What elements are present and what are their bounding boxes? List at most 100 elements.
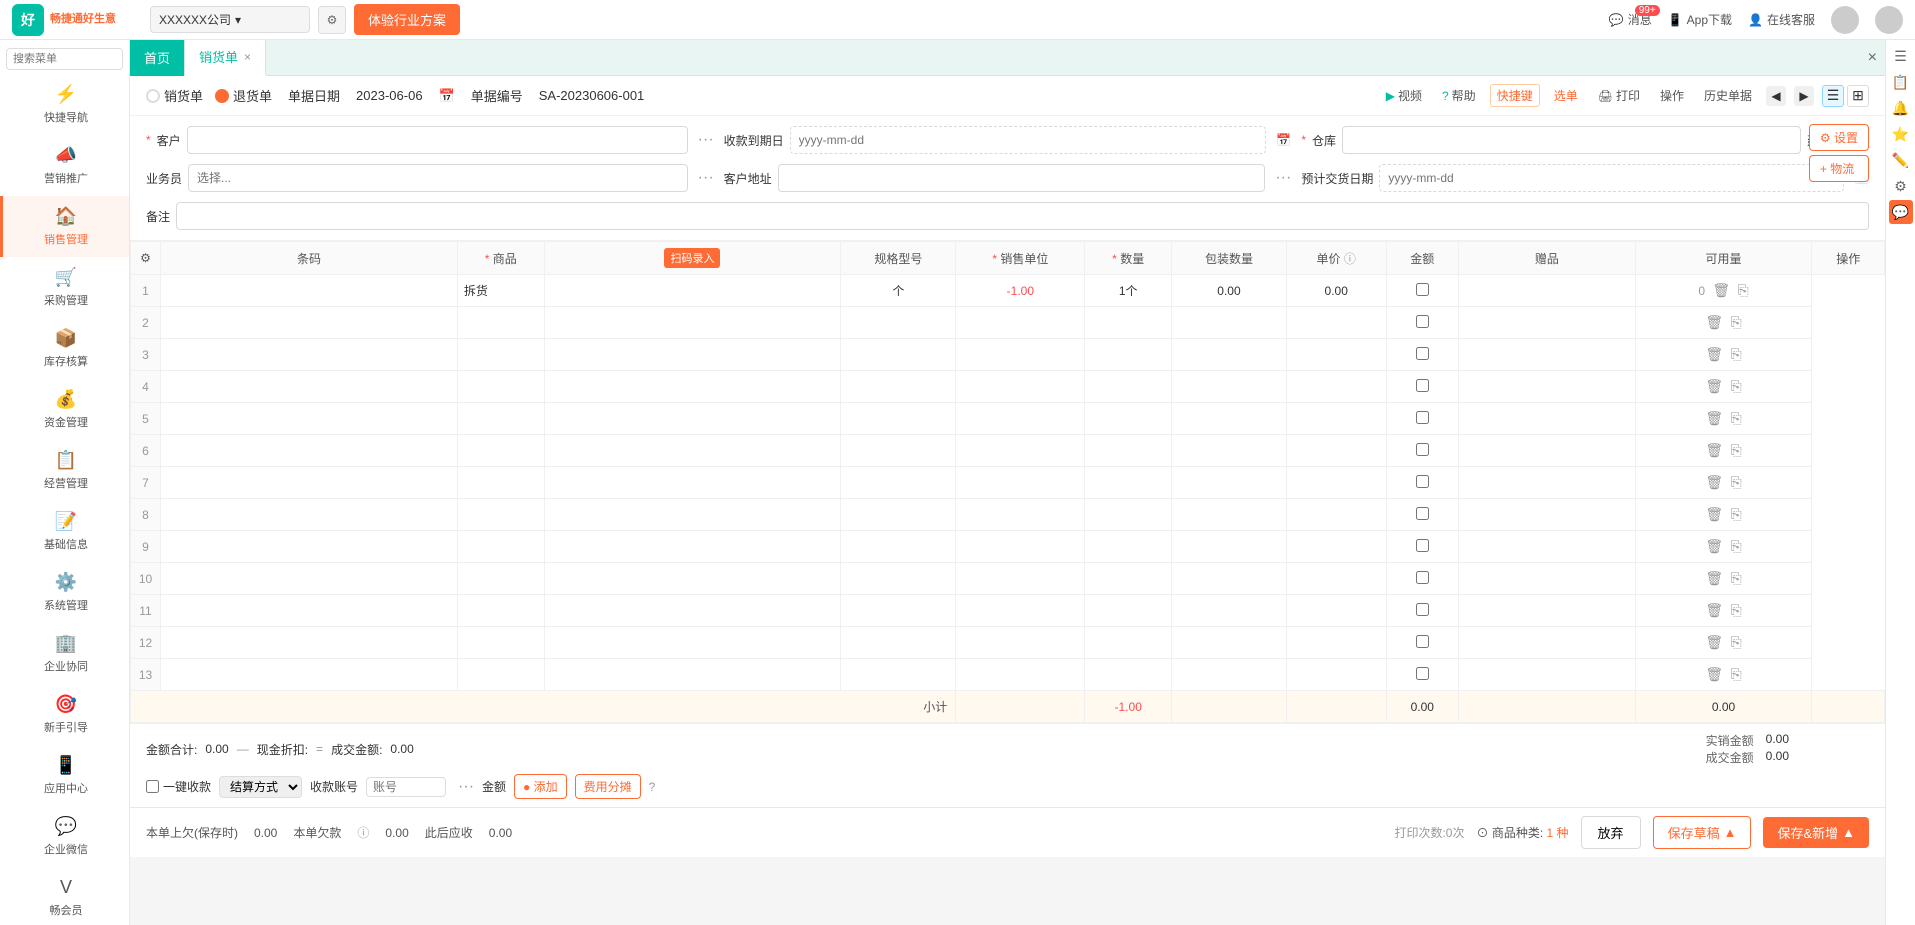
qty-cell[interactable] [956, 659, 1085, 691]
right-panel-btn-5[interactable]: ✏️ [1889, 148, 1913, 172]
sidebar-item-operations[interactable]: 📋 经营管理 [0, 440, 129, 501]
sidebar-item-purchase[interactable]: 🛒 采购管理 [0, 257, 129, 318]
sidebar-item-wechat[interactable]: 💬 企业微信 [0, 806, 129, 867]
barcode-input[interactable] [167, 476, 451, 490]
barcode-input[interactable] [167, 636, 451, 650]
account-input[interactable] [366, 777, 446, 797]
avatar-2[interactable] [1875, 6, 1903, 34]
gift-cell[interactable] [1386, 275, 1458, 307]
delete-row-icon[interactable]: 🗑 [1705, 666, 1723, 682]
spec-cell[interactable] [544, 499, 841, 531]
gift-cell[interactable] [1386, 371, 1458, 403]
price-cell[interactable] [1172, 307, 1287, 339]
delete-row-icon[interactable]: 🗑 [1705, 442, 1723, 458]
delete-row-icon[interactable]: 🗑 [1705, 474, 1723, 490]
barcode-input[interactable] [167, 380, 451, 394]
spec-input[interactable] [551, 284, 835, 298]
history-btn[interactable]: 历史单据 [1698, 85, 1758, 106]
barcode-input[interactable] [167, 540, 451, 554]
spec-input[interactable] [551, 540, 835, 554]
qty-cell[interactable] [956, 435, 1085, 467]
fee-help-icon[interactable]: ? [649, 780, 656, 794]
barcode-cell[interactable] [161, 595, 458, 627]
notes-input[interactable] [176, 202, 1869, 230]
gift-checkbox[interactable] [1416, 443, 1429, 456]
company-selector[interactable]: XXXXXX公司 ▾ [150, 6, 310, 33]
gift-cell[interactable] [1386, 531, 1458, 563]
barcode-input[interactable] [167, 668, 451, 682]
product-cell[interactable] [457, 499, 544, 531]
delete-row-icon[interactable]: 🗑 [1705, 570, 1723, 586]
barcode-cell[interactable] [161, 531, 458, 563]
price-cell[interactable] [1172, 627, 1287, 659]
copy-row-icon[interactable]: ⎘ [1731, 410, 1742, 426]
gift-checkbox[interactable] [1416, 571, 1429, 584]
price-cell[interactable] [1172, 499, 1287, 531]
barcode-input[interactable] [167, 604, 451, 618]
video-btn[interactable]: ▶ 视频 [1380, 85, 1428, 106]
gift-checkbox[interactable] [1416, 507, 1429, 520]
gift-cell[interactable] [1386, 435, 1458, 467]
delete-row-icon[interactable]: 🗑 [1705, 506, 1723, 522]
spec-input[interactable] [551, 476, 835, 490]
spec-cell[interactable] [544, 339, 841, 371]
price-cell[interactable] [1172, 531, 1287, 563]
list-view-btn[interactable]: ☰ [1822, 85, 1844, 107]
sidebar-item-apps[interactable]: 📱 应用中心 [0, 745, 129, 806]
scan-button[interactable]: 扫码录入 [664, 248, 720, 268]
right-panel-btn-orange[interactable]: 💬 [1889, 200, 1913, 224]
gift-cell[interactable] [1386, 499, 1458, 531]
qty-cell[interactable] [956, 307, 1085, 339]
product-cell[interactable] [457, 307, 544, 339]
delete-row-icon[interactable]: 🗑 [1705, 346, 1723, 362]
product-cell[interactable] [457, 595, 544, 627]
sidebar-item-finance[interactable]: 💰 资金管理 [0, 379, 129, 440]
barcode-input[interactable] [167, 572, 451, 586]
delete-row-icon[interactable]: 🗑 [1705, 314, 1723, 330]
qty-cell[interactable] [956, 403, 1085, 435]
copy-row-icon[interactable]: ⎘ [1731, 538, 1742, 554]
qty-cell[interactable] [956, 339, 1085, 371]
gift-cell[interactable] [1386, 595, 1458, 627]
avatar[interactable] [1831, 6, 1859, 34]
price-cell[interactable] [1172, 595, 1287, 627]
spec-input[interactable] [551, 412, 835, 426]
prev-record-btn[interactable]: ◀ [1766, 86, 1786, 106]
calc-method-select[interactable]: 结算方式 [219, 776, 302, 798]
copy-row-icon[interactable]: ⎘ [1731, 634, 1742, 650]
barcode-cell[interactable] [161, 275, 458, 307]
customer-address-input[interactable] [778, 164, 1266, 192]
gift-cell[interactable] [1386, 339, 1458, 371]
search-input[interactable] [6, 48, 123, 70]
qty-cell[interactable]: -1.00 [956, 275, 1085, 307]
copy-row-icon[interactable]: ⎘ [1731, 442, 1742, 458]
gift-checkbox[interactable] [1416, 379, 1429, 392]
spec-cell[interactable] [544, 627, 841, 659]
gift-checkbox[interactable] [1416, 603, 1429, 616]
right-panel-btn-2[interactable]: 📋 [1889, 70, 1913, 94]
tab-home[interactable]: 首页 [130, 40, 185, 76]
product-cell[interactable] [457, 659, 544, 691]
gift-checkbox[interactable] [1416, 475, 1429, 488]
spec-cell[interactable] [544, 595, 841, 627]
price-info-icon[interactable]: ⓘ [1344, 252, 1356, 266]
circle-icon[interactable]: ⊙ [1476, 826, 1488, 840]
spec-input[interactable] [551, 604, 835, 618]
price-cell[interactable] [1172, 467, 1287, 499]
app-download-button[interactable]: 📱 App下载 [1668, 11, 1732, 28]
address-more-icon[interactable]: ··· [1275, 169, 1291, 187]
product-cell[interactable] [457, 531, 544, 563]
right-panel-btn-6[interactable]: ⚙ [1889, 174, 1913, 198]
save-draft-button[interactable]: 保存草稿 ▲ [1653, 816, 1752, 849]
gift-cell[interactable] [1386, 467, 1458, 499]
gift-cell[interactable] [1386, 627, 1458, 659]
payment-due-calendar-icon[interactable]: 📅 [1276, 133, 1291, 147]
grid-view-btn[interactable]: ⊞ [1847, 85, 1869, 107]
barcode-cell[interactable] [161, 627, 458, 659]
barcode-input[interactable] [167, 444, 451, 458]
right-panel-btn-1[interactable]: ☰ [1889, 44, 1913, 68]
gift-cell[interactable] [1386, 563, 1458, 595]
product-cell[interactable] [457, 467, 544, 499]
spec-cell[interactable] [544, 435, 841, 467]
total-due-info-icon[interactable]: ⓘ [357, 824, 369, 841]
